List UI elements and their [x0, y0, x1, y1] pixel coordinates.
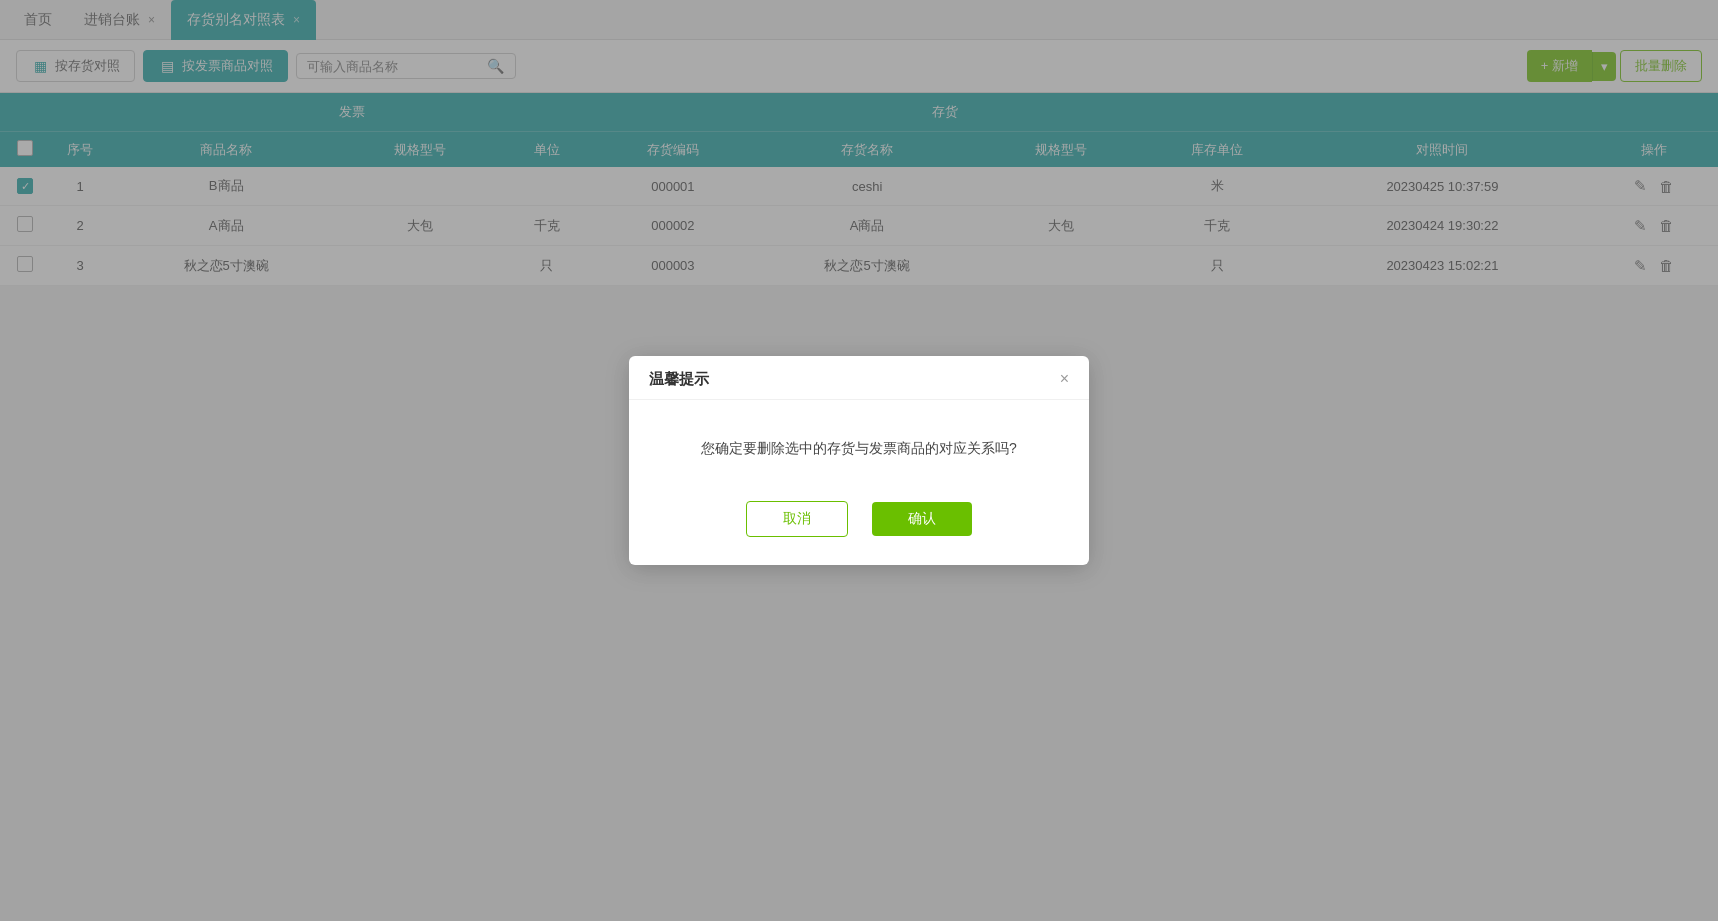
- modal-overlay: 温馨提示 × 您确定要删除选中的存货与发票商品的对应关系吗? 取消 确认: [0, 0, 1718, 286]
